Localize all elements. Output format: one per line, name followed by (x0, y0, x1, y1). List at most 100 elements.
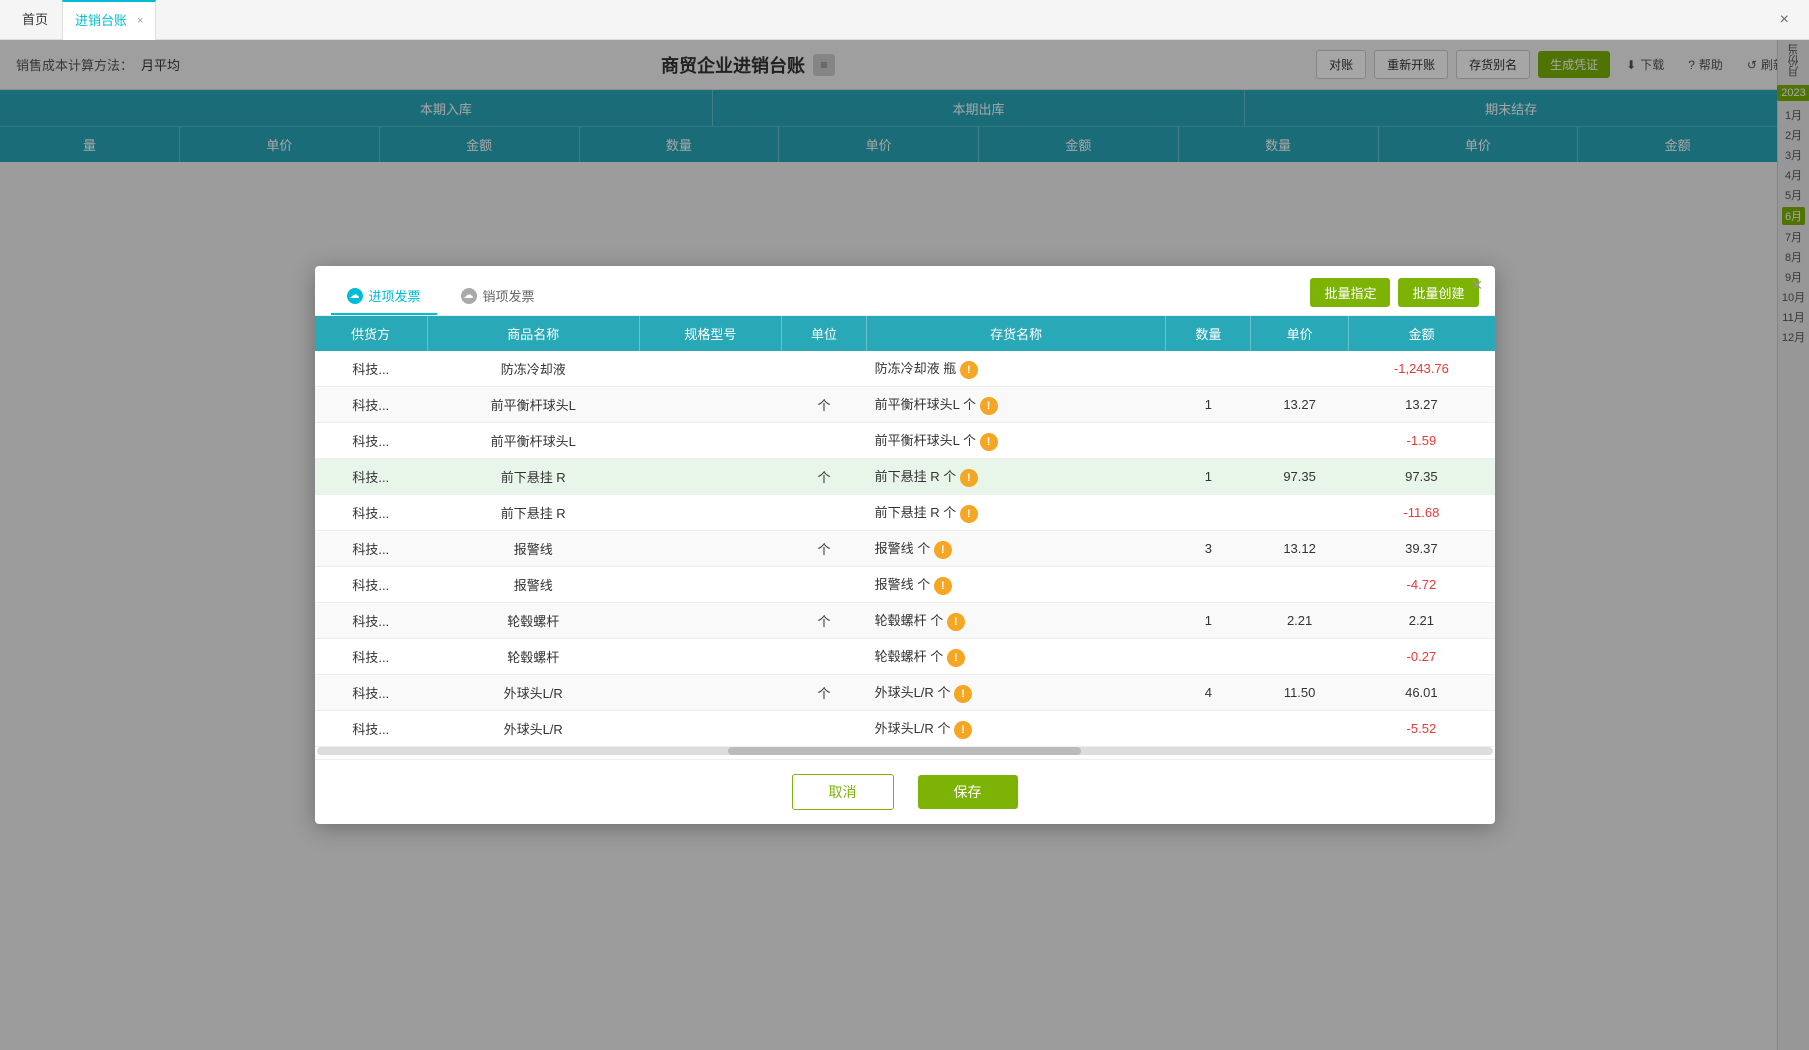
table-row[interactable]: 科技... 前下悬挂 R 前下悬挂 R 个 ! -11.68 (315, 495, 1495, 531)
cell-amount: 2.21 (1348, 603, 1494, 639)
cell-supplier: 科技... (315, 351, 428, 387)
cell-spec (639, 459, 781, 495)
main-content: 销售成本计算方法： 月平均 商贸企业进销台账 ≡ 对账 重新开账 存货别名 生成… (0, 40, 1809, 1050)
col-price: 单价 (1251, 316, 1348, 351)
cell-supplier: 科技... (315, 459, 428, 495)
table-row[interactable]: 科技... 前下悬挂 R 个 前下悬挂 R 个 ! 1 97.35 97.35 (315, 459, 1495, 495)
tab-home[interactable]: 首页 (8, 0, 62, 40)
table-row[interactable]: 科技... 前平衡杆球头L 前平衡杆球头L 个 ! -1.59 (315, 423, 1495, 459)
cell-amount: -1.59 (1348, 423, 1494, 459)
tab-sales-invoice[interactable]: ☁ 销项发票 (445, 278, 551, 315)
cell-product: 报警线 (427, 531, 639, 567)
warning-icon: ! (954, 721, 972, 739)
cell-inventory: 轮毂螺杆 个 ! (867, 603, 1166, 639)
cell-qty: 1 (1166, 459, 1251, 495)
cell-spec (639, 639, 781, 675)
cell-product: 外球头L/R (427, 711, 639, 747)
sales-tab-icon: ☁ (461, 288, 477, 304)
cell-amount: 97.35 (1348, 459, 1494, 495)
cell-spec (639, 567, 781, 603)
warning-icon: ! (980, 433, 998, 451)
modal-table-container: 供货方 商品名称 规格型号 单位 存货名称 数量 单价 金额 科技... 防冻冷… (315, 316, 1495, 759)
invoice-table: 供货方 商品名称 规格型号 单位 存货名称 数量 单价 金额 科技... 防冻冷… (315, 316, 1495, 747)
cell-qty: 4 (1166, 675, 1251, 711)
cell-price: 97.35 (1251, 459, 1348, 495)
cell-spec (639, 351, 781, 387)
cell-unit (781, 639, 866, 675)
table-body: 科技... 防冻冷却液 防冻冷却液 瓶 ! -1,243.76 科技... 前平… (315, 351, 1495, 747)
table-row[interactable]: 科技... 报警线 报警线 个 ! -4.72 (315, 567, 1495, 603)
app-close-button[interactable]: × (1768, 11, 1801, 29)
cell-price: 11.50 (1251, 675, 1348, 711)
cell-qty (1166, 495, 1251, 531)
horizontal-scrollbar[interactable] (317, 747, 1493, 755)
warning-icon: ! (960, 361, 978, 379)
batch-create-button[interactable]: 批量创建 (1398, 278, 1478, 307)
tab-close-icon[interactable]: × (137, 1, 143, 41)
batch-assign-button[interactable]: 批量指定 (1310, 278, 1390, 307)
cell-inventory: 防冻冷却液 瓶 ! (867, 351, 1166, 387)
warning-icon: ! (947, 649, 965, 667)
cell-qty (1166, 639, 1251, 675)
cell-supplier: 科技... (315, 387, 428, 423)
cell-unit (781, 567, 866, 603)
cell-qty (1166, 351, 1251, 387)
cell-supplier: 科技... (315, 603, 428, 639)
cell-qty (1166, 423, 1251, 459)
cell-supplier: 科技... (315, 567, 428, 603)
modal-header: ☁ 进项发票 ☁ 销项发票 批量指定 批量创建 × (315, 266, 1495, 316)
tab-ledger[interactable]: 进销台账 × (62, 0, 156, 40)
cell-product: 前平衡杆球头L (427, 423, 639, 459)
table-row[interactable]: 科技... 报警线 个 报警线 个 ! 3 13.12 39.37 (315, 531, 1495, 567)
col-unit: 单位 (781, 316, 866, 351)
warning-icon: ! (934, 577, 952, 595)
cell-supplier: 科技... (315, 675, 428, 711)
col-spec: 规格型号 (639, 316, 781, 351)
cell-spec (639, 495, 781, 531)
cell-unit: 个 (781, 459, 866, 495)
table-row[interactable]: 科技... 防冻冷却液 防冻冷却液 瓶 ! -1,243.76 (315, 351, 1495, 387)
cell-qty: 1 (1166, 603, 1251, 639)
cancel-button[interactable]: 取消 (792, 774, 894, 810)
cell-unit (781, 423, 866, 459)
table-header-row: 供货方 商品名称 规格型号 单位 存货名称 数量 单价 金额 (315, 316, 1495, 351)
table-row[interactable]: 科技... 轮毂螺杆 轮毂螺杆 个 ! -0.27 (315, 639, 1495, 675)
col-product: 商品名称 (427, 316, 639, 351)
cell-qty (1166, 711, 1251, 747)
cell-spec (639, 603, 781, 639)
scrollbar-thumb[interactable] (728, 747, 1081, 755)
tab-purchase-invoice[interactable]: ☁ 进项发票 (331, 278, 437, 315)
cell-qty (1166, 567, 1251, 603)
modal-close-button[interactable]: × (1472, 276, 1483, 294)
cell-price (1251, 711, 1348, 747)
cell-product: 前平衡杆球头L (427, 387, 639, 423)
cell-spec (639, 675, 781, 711)
cell-qty: 1 (1166, 387, 1251, 423)
cell-supplier: 科技... (315, 639, 428, 675)
cell-inventory: 前平衡杆球头L 个 ! (867, 423, 1166, 459)
cell-inventory: 前下悬挂 R 个 ! (867, 495, 1166, 531)
cell-qty: 3 (1166, 531, 1251, 567)
cell-inventory: 外球头L/R 个 ! (867, 675, 1166, 711)
cell-spec (639, 711, 781, 747)
cell-price (1251, 495, 1348, 531)
save-button[interactable]: 保存 (918, 775, 1018, 809)
cell-price: 13.12 (1251, 531, 1348, 567)
cell-inventory: 前下悬挂 R 个 ! (867, 459, 1166, 495)
cell-spec (639, 387, 781, 423)
cell-amount: 46.01 (1348, 675, 1494, 711)
cell-unit (781, 711, 866, 747)
cell-product: 前下悬挂 R (427, 495, 639, 531)
cell-amount: -4.72 (1348, 567, 1494, 603)
table-row[interactable]: 科技... 轮毂螺杆 个 轮毂螺杆 个 ! 1 2.21 2.21 (315, 603, 1495, 639)
warning-icon: ! (934, 541, 952, 559)
col-amount: 金额 (1348, 316, 1494, 351)
cell-product: 报警线 (427, 567, 639, 603)
cell-product: 轮毂螺杆 (427, 603, 639, 639)
table-row[interactable]: 科技... 前平衡杆球头L 个 前平衡杆球头L 个 ! 1 13.27 13.2… (315, 387, 1495, 423)
table-row[interactable]: 科技... 外球头L/R 个 外球头L/R 个 ! 4 11.50 46.01 (315, 675, 1495, 711)
cell-unit (781, 351, 866, 387)
warning-icon: ! (980, 397, 998, 415)
cell-price (1251, 351, 1348, 387)
table-row[interactable]: 科技... 外球头L/R 外球头L/R 个 ! -5.52 (315, 711, 1495, 747)
